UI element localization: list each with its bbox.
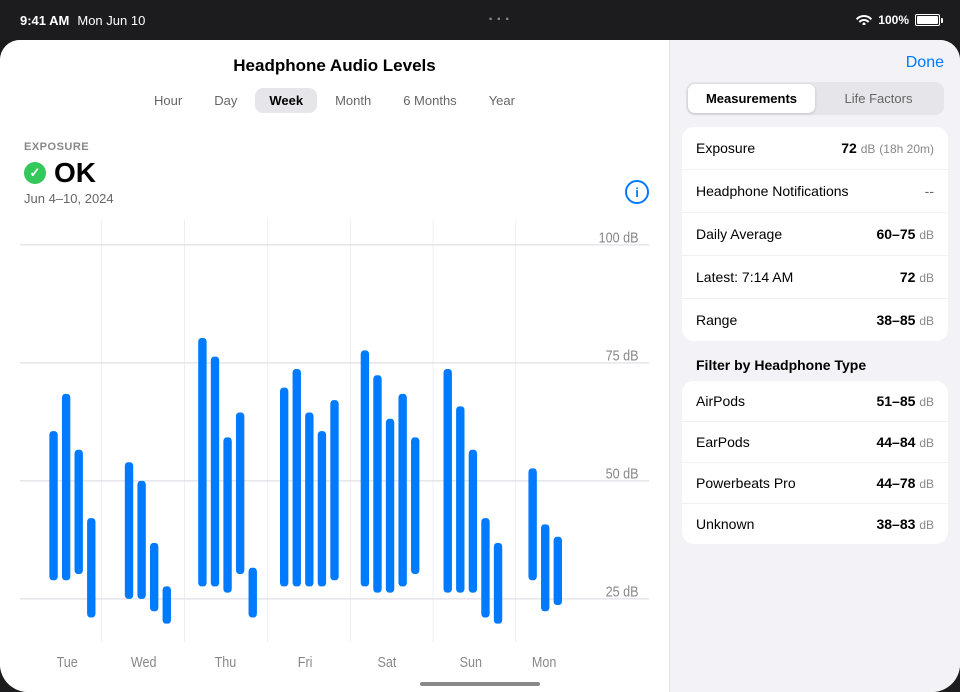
tab-year[interactable]: Year <box>475 88 529 113</box>
metric-label-headphone-notifications: Headphone Notifications <box>696 183 849 199</box>
status-bar-left: 9:41 AM Mon Jun 10 <box>20 13 145 28</box>
exposure-section: EXPOSURE ✓ OK Jun 4–10, 2024 <box>0 133 669 216</box>
status-dots: ··· <box>488 11 513 29</box>
metric-value-headphone-notifications: -- <box>925 183 934 199</box>
metric-row-exposure: Exposure 72 dB (18h 20m) <box>682 127 948 170</box>
metric-row-headphone-notifications: Headphone Notifications -- <box>682 170 948 213</box>
tab-day[interactable]: Day <box>200 88 251 113</box>
time-tabs: Hour Day Week Month 6 Months Year <box>20 88 649 113</box>
metric-row-range: Range 38–85 dB <box>682 299 948 341</box>
filter-row-airpods: AirPods 51–85 dB <box>682 381 948 422</box>
chart-header: Headphone Audio Levels Hour Day Week Mon… <box>0 40 669 133</box>
filter-value-earpods: 44–84 dB <box>876 434 934 450</box>
filter-value-powerbeats: 44–78 dB <box>876 475 934 491</box>
right-panel: Done Measurements Life Factors Exposure … <box>670 40 960 692</box>
exposure-status: ✓ OK <box>24 157 645 189</box>
metric-label-latest: Latest: 7:14 AM <box>696 269 793 285</box>
tab-6months[interactable]: 6 Months <box>389 88 470 113</box>
svg-text:Sat: Sat <box>377 654 396 670</box>
svg-text:Mon: Mon <box>532 654 556 670</box>
segment-control: Measurements Life Factors <box>686 82 944 115</box>
time-display: 9:41 AM <box>20 13 69 28</box>
metric-value-exposure: 72 dB (18h 20m) <box>841 140 934 156</box>
device-frame: 9:41 AM Mon Jun 10 ··· 100% <box>0 0 960 692</box>
svg-text:75 dB: 75 dB <box>606 347 639 363</box>
svg-text:Fri: Fri <box>298 654 313 670</box>
svg-text:25 dB: 25 dB <box>606 583 639 599</box>
metric-value-daily-average: 60–75 dB <box>876 226 934 242</box>
svg-text:100 dB: 100 dB <box>599 229 639 245</box>
info-button[interactable]: i <box>625 180 649 204</box>
metric-row-latest: Latest: 7:14 AM 72 dB <box>682 256 948 299</box>
metric-value-latest: 72 dB <box>900 269 934 285</box>
status-bar-center: ··· <box>488 11 513 29</box>
ok-badge: ✓ <box>24 162 46 184</box>
filter-label-powerbeats: Powerbeats Pro <box>696 475 796 491</box>
exposure-date: Jun 4–10, 2024 <box>24 191 645 206</box>
exposure-ok-text: OK <box>54 157 96 189</box>
filter-row-unknown: Unknown 38–83 dB <box>682 504 948 544</box>
tab-hour[interactable]: Hour <box>140 88 196 113</box>
chart-area: i 100 dB 75 dB 50 dB 25 dB <box>0 220 669 692</box>
chart-title: Headphone Audio Levels <box>20 56 649 76</box>
svg-text:Tue: Tue <box>57 654 78 670</box>
filter-value-unknown: 38–83 dB <box>876 516 934 532</box>
svg-text:50 dB: 50 dB <box>606 465 639 481</box>
chart-inner: i 100 dB 75 dB 50 dB 25 dB <box>20 220 649 692</box>
filter-label-airpods: AirPods <box>696 393 745 409</box>
battery-text: 100% <box>878 13 909 27</box>
done-button[interactable]: Done <box>906 54 944 72</box>
filter-row-earpods: EarPods 44–84 dB <box>682 422 948 463</box>
wifi-icon <box>856 13 872 28</box>
metric-label-exposure: Exposure <box>696 140 755 156</box>
svg-text:Sun: Sun <box>460 654 482 670</box>
tab-month[interactable]: Month <box>321 88 385 113</box>
filter-section-header: Filter by Headphone Type <box>682 353 948 381</box>
chart-svg: 100 dB 75 dB 50 dB 25 dB <box>20 220 649 692</box>
date-display: Mon Jun 10 <box>77 13 145 28</box>
right-panel-header: Done <box>670 40 960 82</box>
status-bar: 9:41 AM Mon Jun 10 ··· 100% <box>0 0 960 40</box>
filter-label-earpods: EarPods <box>696 434 750 450</box>
filter-label-unknown: Unknown <box>696 516 754 532</box>
metric-label-daily-average: Daily Average <box>696 226 782 242</box>
svg-text:Thu: Thu <box>215 654 237 670</box>
tab-week[interactable]: Week <box>255 88 317 113</box>
filter-value-airpods: 51–85 dB <box>876 393 934 409</box>
main-content: Headphone Audio Levels Hour Day Week Mon… <box>0 40 960 692</box>
filter-card: AirPods 51–85 dB EarPods 44–84 dB Powerb… <box>682 381 948 544</box>
svg-text:Wed: Wed <box>131 654 157 670</box>
battery-icon <box>915 14 940 26</box>
metric-label-range: Range <box>696 312 737 328</box>
segment-measurements[interactable]: Measurements <box>688 84 815 113</box>
chart-panel: Headphone Audio Levels Hour Day Week Mon… <box>0 40 670 692</box>
metric-row-daily-average: Daily Average 60–75 dB <box>682 213 948 256</box>
home-indicator <box>420 682 540 686</box>
filter-row-powerbeats: Powerbeats Pro 44–78 dB <box>682 463 948 504</box>
exposure-label: EXPOSURE <box>24 141 645 153</box>
metric-value-range: 38–85 dB <box>876 312 934 328</box>
status-bar-right: 100% <box>856 13 940 28</box>
metrics-card: Exposure 72 dB (18h 20m) Headphone Notif… <box>682 127 948 341</box>
segment-life-factors[interactable]: Life Factors <box>815 84 942 113</box>
